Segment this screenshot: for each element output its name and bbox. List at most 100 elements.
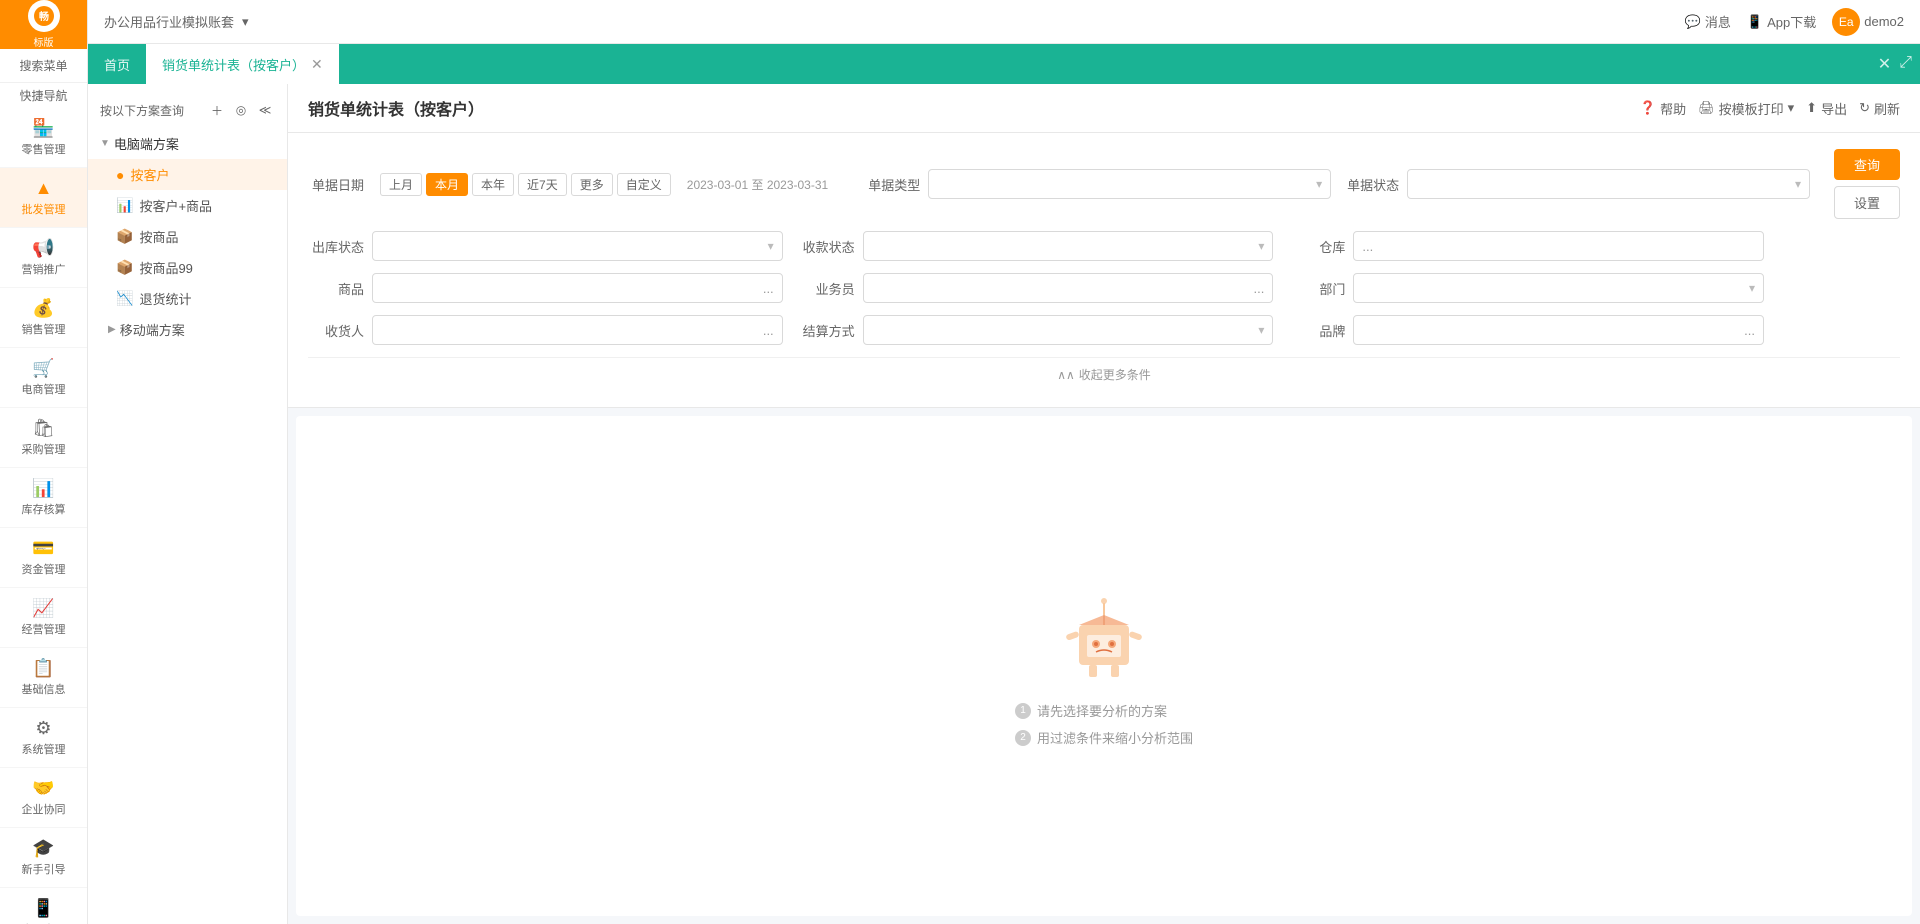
date-label: 单据日期 xyxy=(308,175,364,194)
receiver-dots: ... xyxy=(763,323,774,338)
sidebar-item-enterprise[interactable]: 🤝 企业协同 xyxy=(0,768,87,828)
sidebar-logo[interactable]: 畅 标版 xyxy=(0,0,88,49)
newbie-icon: 🎓 xyxy=(32,838,54,859)
tab-home[interactable]: 首页 xyxy=(88,44,146,84)
add-plan-btn[interactable]: ＋ xyxy=(207,100,227,120)
messages-label: 消息 xyxy=(1705,12,1731,31)
sidebar-item-wholesale[interactable]: ▲ 批发管理 xyxy=(0,168,87,228)
tip-number-1: 1 xyxy=(1015,703,1031,719)
export-label: 导出 xyxy=(1821,99,1847,118)
mobile-group-arrow: ▶ xyxy=(108,324,116,335)
order-status-label: 单据状态 xyxy=(1343,175,1399,194)
settlement-select[interactable]: ▾ xyxy=(863,315,1274,345)
sidebar-item-newbie[interactable]: 🎓 新手引导 xyxy=(0,828,87,888)
header-dropdown-icon[interactable]: ▾ xyxy=(242,14,249,30)
return-stats-icon: 📉 xyxy=(116,290,133,307)
by-product-label: 按商品 xyxy=(139,227,178,246)
sidebar-item-marketing[interactable]: 📢 营销推广 xyxy=(0,228,87,288)
tab-sales-stats[interactable]: 销货单统计表（按客户） ✕ xyxy=(146,44,339,84)
department-chevron: ▾ xyxy=(1749,281,1755,295)
user-profile[interactable]: Ea demo2 xyxy=(1832,8,1904,36)
basic-icon: 📋 xyxy=(32,658,54,679)
by-product99-label: 按商品99 xyxy=(139,258,192,277)
download-icon: 📱 xyxy=(1747,14,1763,30)
quick-nav-label[interactable]: 快捷导航 xyxy=(19,87,67,104)
warehouse-select[interactable]: ... xyxy=(1353,231,1764,261)
filter-collect-status: 收款状态 ▾ xyxy=(799,231,1274,261)
plan-by-customer[interactable]: ● 按客户 xyxy=(88,159,287,190)
finance-icon: 💳 xyxy=(32,538,54,559)
enterprise-icon: 🤝 xyxy=(32,778,54,799)
sidebar-item-purchase[interactable]: 🛍 采购管理 xyxy=(0,408,87,468)
filter-row-4: 收货人 ... 结算方式 ▾ 品牌 xyxy=(308,315,1900,345)
sidebar-item-apps[interactable]: 📱 应用中心 xyxy=(0,888,87,924)
plan-by-product99[interactable]: 📦 按商品99 xyxy=(88,252,287,283)
collapse-up-icon: ∧∧ xyxy=(1057,368,1075,382)
left-panel-actions: ＋ ◎ ≪ xyxy=(207,100,275,120)
sidebar-item-system[interactable]: ⚙ 系统管理 xyxy=(0,708,87,768)
window-maximize-btn[interactable]: ⤢ xyxy=(1899,54,1912,74)
tab-close-icon[interactable]: ✕ xyxy=(311,56,323,73)
sidebar-item-ecommerce[interactable]: 🛒 电商管理 xyxy=(0,348,87,408)
sidebar-search[interactable]: 搜索菜单 xyxy=(0,49,87,83)
top-header: 办公用品行业模拟账套 ▾ 💬 消息 📱 App下载 Ea demo2 xyxy=(88,0,1920,44)
print-btn[interactable]: 🖨 按模板打印 ▾ xyxy=(1698,99,1794,118)
receiver-select[interactable]: ... xyxy=(372,315,783,345)
last-7days-btn[interactable]: 近7天 xyxy=(518,173,567,196)
sidebar-item-retail[interactable]: 🏪 零售管理 xyxy=(0,108,87,168)
date-btn-group: 上月 本月 本年 近7天 更多 自定义 xyxy=(380,173,671,196)
order-type-select[interactable]: ▾ xyxy=(928,169,1331,199)
window-controls: ✕ ⤢ xyxy=(1870,54,1920,74)
this-year-btn[interactable]: 本年 xyxy=(472,173,514,196)
basic-label: 基础信息 xyxy=(22,681,66,697)
brand-select[interactable]: ... xyxy=(1353,315,1764,345)
sidebar-item-sales[interactable]: 💰 销售管理 xyxy=(0,288,87,348)
collect-status-select[interactable]: ▾ xyxy=(863,231,1274,261)
print-dropdown-icon[interactable]: ▾ xyxy=(1788,100,1795,116)
app-download-btn[interactable]: 📱 App下载 xyxy=(1747,12,1816,31)
settings-btn[interactable]: 设置 xyxy=(1834,186,1900,219)
export-btn[interactable]: ⬆ 导出 xyxy=(1806,99,1847,118)
collapse-btn[interactable]: ∧∧ 收起更多条件 xyxy=(1057,366,1151,383)
edit-plan-btn[interactable]: ◎ xyxy=(231,100,251,120)
purchase-icon: 🛍 xyxy=(32,418,55,439)
collapse-bar[interactable]: ∧∧ 收起更多条件 xyxy=(308,357,1900,391)
out-status-select[interactable]: ▾ xyxy=(372,231,783,261)
salesperson-select[interactable]: ... xyxy=(863,273,1274,303)
messages-btn[interactable]: 💬 消息 xyxy=(1685,12,1731,31)
mobile-group-header[interactable]: ▶ 移动端方案 xyxy=(88,314,287,345)
department-select[interactable]: ▾ xyxy=(1353,273,1764,303)
product-select[interactable]: ... xyxy=(372,273,783,303)
order-status-chevron: ▾ xyxy=(1795,177,1801,191)
this-month-btn[interactable]: 本月 xyxy=(426,173,468,196)
search-menu-label[interactable]: 搜索菜单 xyxy=(19,57,67,74)
sidebar-item-finance[interactable]: 💳 资金管理 xyxy=(0,528,87,588)
action-buttons: 查询 设置 xyxy=(1826,149,1900,219)
sidebar-item-operations[interactable]: 📈 经营管理 xyxy=(0,588,87,648)
left-panel: 按以下方案查询 ＋ ◎ ≪ ▼ 电脑端方案 ● 按客户 📊 按 xyxy=(88,84,288,924)
app-download-label: App下载 xyxy=(1767,12,1816,31)
quick-nav[interactable]: 快捷导航 xyxy=(0,83,87,108)
help-btn[interactable]: ❓ 帮助 xyxy=(1640,99,1686,118)
collapse-panel-btn[interactable]: ≪ xyxy=(255,100,275,120)
page-title: 销货单统计表（按客户） xyxy=(308,96,484,120)
mobile-group-label: 移动端方案 xyxy=(120,320,185,339)
more-btn[interactable]: 更多 xyxy=(571,173,613,196)
collect-status-chevron: ▾ xyxy=(1258,239,1264,253)
plan-by-customer-product[interactable]: 📊 按客户+商品 xyxy=(88,190,287,221)
last-month-btn[interactable]: 上月 xyxy=(380,173,422,196)
filter-brand: 品牌 ... xyxy=(1289,315,1764,345)
order-status-select[interactable]: ▾ xyxy=(1407,169,1810,199)
brand-dots: ... xyxy=(1744,323,1755,338)
custom-btn[interactable]: 自定义 xyxy=(617,173,671,196)
sidebar-item-inventory[interactable]: 📊 库存核算 xyxy=(0,468,87,528)
refresh-btn[interactable]: ↻ 刷新 xyxy=(1859,99,1900,118)
window-close-btn[interactable]: ✕ xyxy=(1878,54,1891,74)
sidebar-item-basic[interactable]: 📋 基础信息 xyxy=(0,648,87,708)
query-btn[interactable]: 查询 xyxy=(1834,149,1900,180)
desktop-group-header[interactable]: ▼ 电脑端方案 xyxy=(88,128,287,159)
plan-by-product[interactable]: 📦 按商品 xyxy=(88,221,287,252)
desktop-group-arrow: ▼ xyxy=(100,138,110,149)
plan-return-stats[interactable]: 📉 退货统计 xyxy=(88,283,287,314)
system-label: 系统管理 xyxy=(22,741,66,757)
